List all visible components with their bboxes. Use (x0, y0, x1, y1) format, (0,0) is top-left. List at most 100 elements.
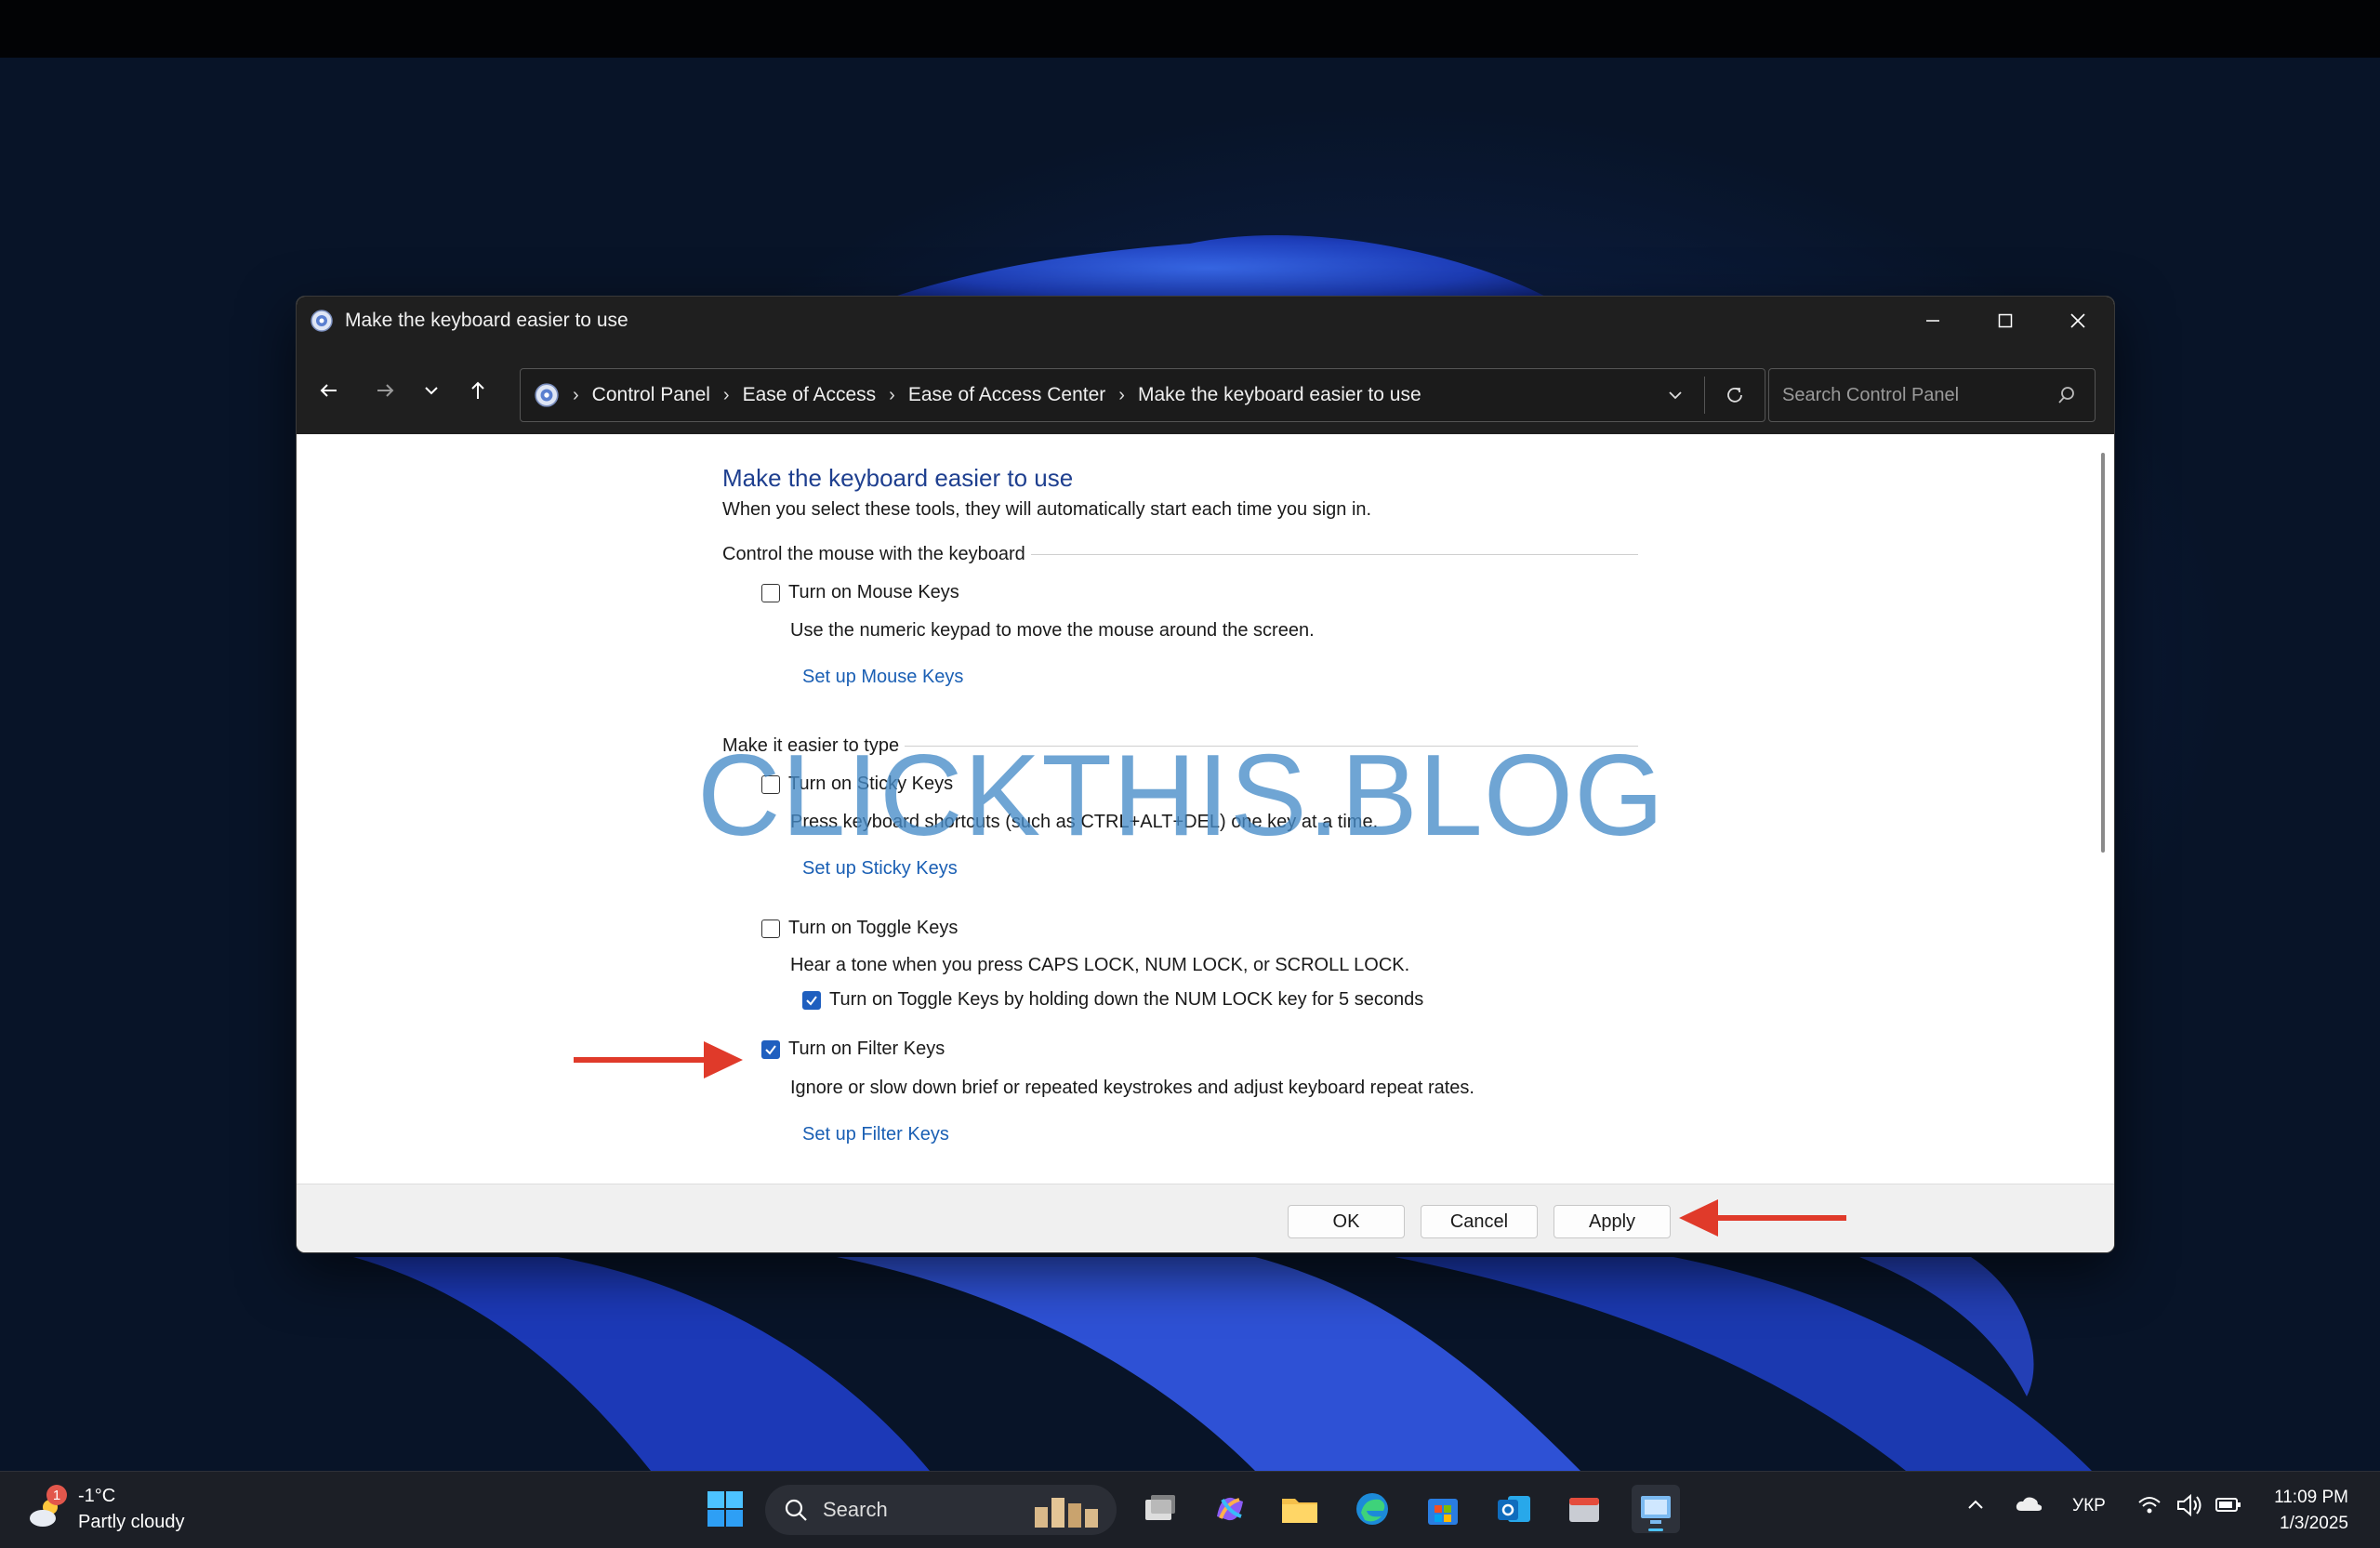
section-mouse-heading: Control the mouse with the keyboard (722, 544, 1638, 565)
copilot-icon (1217, 1497, 1243, 1521)
apply-button[interactable]: Apply (1554, 1205, 1671, 1238)
wifi-icon (2138, 1497, 2161, 1514)
refresh-icon (1727, 387, 1742, 403)
maximize-icon (1998, 313, 2013, 328)
weather-widget[interactable]: 1 -1°C Partly cloudy (26, 1483, 185, 1535)
page-heading: Make the keyboard easier to use (722, 464, 1074, 492)
toggle-keys-numlock-checkbox[interactable] (802, 990, 821, 1010)
back-button[interactable] (313, 375, 345, 406)
refresh-button[interactable] (1705, 369, 1765, 421)
toggle-keys-option[interactable]: Turn on Toggle Keys (761, 918, 958, 939)
chevron-up-icon (1968, 1500, 1983, 1509)
ease-of-access-icon (535, 383, 559, 407)
breadcrumb-ease-of-access[interactable]: Ease of Access (743, 384, 877, 406)
address-dropdown-button[interactable] (1646, 369, 1704, 421)
title-bar: Make the keyboard easier to use (297, 297, 2114, 345)
mouse-keys-option[interactable]: Turn on Mouse Keys (761, 582, 959, 603)
section-mouse-label: Control the mouse with the keyboard (722, 544, 1025, 564)
search-highlight-icon (1035, 1498, 1098, 1528)
arrow-up-icon (471, 381, 484, 399)
copilot-button[interactable] (1206, 1485, 1254, 1533)
filter-keys-description: Ignore or slow down brief or repeated ke… (790, 1078, 1474, 1098)
breadcrumb-separator-icon: › (722, 384, 730, 405)
outlook-button[interactable] (1489, 1485, 1538, 1533)
toggle-keys-label: Turn on Toggle Keys (788, 918, 959, 938)
toggle-keys-numlock-option[interactable]: Turn on Toggle Keys by holding down the … (802, 989, 1423, 1011)
chevron-down-icon (425, 387, 438, 395)
ok-button[interactable]: OK (1288, 1205, 1405, 1238)
battery-icon (2215, 1498, 2241, 1512)
filter-keys-option[interactable]: Turn on Filter Keys (761, 1039, 945, 1060)
window-title: Make the keyboard easier to use (345, 310, 628, 331)
top-black-bar (0, 0, 2380, 58)
arrow-right-icon (377, 384, 394, 397)
network-button[interactable] (2136, 1492, 2162, 1524)
show-hidden-icons-button[interactable] (1965, 1494, 1986, 1520)
set-up-mouse-keys-link[interactable]: Set up Mouse Keys (802, 667, 963, 688)
toggle-keys-checkbox[interactable] (761, 919, 780, 938)
minimize-icon (1926, 320, 1939, 322)
close-button[interactable] (2042, 297, 2114, 345)
app-button[interactable] (1560, 1485, 1608, 1533)
up-button[interactable] (462, 375, 494, 406)
input-language-indicator[interactable]: УКР (2072, 1496, 2106, 1516)
breadcrumb-control-panel[interactable]: Control Panel (592, 384, 710, 406)
set-up-filter-keys-link[interactable]: Set up Filter Keys (802, 1124, 949, 1145)
close-icon (2070, 313, 2085, 328)
taskbar-search-box[interactable]: Search (765, 1485, 1117, 1535)
file-explorer-button[interactable] (1276, 1485, 1324, 1533)
start-button[interactable] (701, 1485, 749, 1533)
scrollbar-thumb[interactable] (2101, 453, 2105, 853)
chevron-down-icon (1669, 391, 1682, 400)
arrow-left-icon (320, 384, 337, 397)
cloud-icon (2016, 1497, 2043, 1511)
app-window-icon (1569, 1498, 1599, 1522)
minimize-button[interactable] (1897, 297, 1969, 345)
checkmark-icon (806, 995, 817, 1006)
folder-icon (1282, 1499, 1317, 1523)
forward-button[interactable] (369, 375, 401, 406)
toggle-keys-description: Hear a tone when you press CAPS LOCK, NU… (790, 955, 1410, 975)
speaker-icon (2177, 1493, 2202, 1517)
control-panel-icon (1641, 1496, 1671, 1524)
maximize-button[interactable] (1969, 297, 2042, 345)
microsoft-store-button[interactable] (1419, 1485, 1467, 1533)
taskbar-search-label: Search (823, 1498, 888, 1521)
store-icon (1428, 1499, 1458, 1525)
weather-notification-badge: 1 (46, 1485, 67, 1505)
search-control-panel-input[interactable]: Search Control Panel (1768, 368, 2096, 422)
breadcrumb-separator-icon: › (573, 384, 579, 405)
temperature-label: -1°C (78, 1486, 116, 1506)
breadcrumb-ease-of-access-center[interactable]: Ease of Access Center (908, 384, 1105, 406)
mouse-keys-checkbox[interactable] (761, 583, 780, 602)
search-icon (2058, 387, 2074, 404)
address-bar[interactable]: › Control Panel › Ease of Access › Ease … (520, 368, 1765, 422)
onedrive-button[interactable] (2014, 1492, 2043, 1522)
task-view-button[interactable] (1136, 1485, 1184, 1533)
edge-browser-icon (1356, 1493, 1388, 1525)
navigation-bar: › Control Panel › Ease of Access › Ease … (297, 345, 2114, 434)
annotation-arrow-icon (1679, 1199, 1846, 1237)
taskbar: 1 -1°C Partly cloudy Search УКР 11:09 PM… (0, 1471, 2380, 1548)
system-clock[interactable]: 11:09 PM 1/3/2025 (2274, 1485, 2348, 1537)
mouse-keys-description: Use the numeric keypad to move the mouse… (790, 620, 1315, 641)
ease-of-access-icon (311, 310, 333, 332)
volume-button[interactable] (2175, 1492, 2203, 1524)
filter-keys-checkbox[interactable] (761, 1039, 780, 1059)
outlook-icon (1498, 1496, 1530, 1522)
edge-button[interactable] (1348, 1485, 1396, 1533)
clock-time: 11:09 PM (2274, 1488, 2348, 1507)
annotation-arrow-icon (574, 1041, 743, 1078)
breadcrumb-separator-icon: › (889, 384, 895, 405)
cancel-button[interactable]: Cancel (1421, 1205, 1538, 1238)
vertical-scrollbar[interactable] (2097, 453, 2110, 1159)
search-placeholder: Search Control Panel (1782, 384, 1960, 405)
breadcrumb-current-page[interactable]: Make the keyboard easier to use (1138, 384, 1421, 406)
weather-condition-label: Partly cloudy (78, 1512, 185, 1532)
mouse-keys-label: Turn on Mouse Keys (788, 582, 959, 602)
battery-button[interactable] (2215, 1494, 2242, 1520)
watermark-text: CLICKTHIS.BLOG (697, 732, 1665, 860)
control-panel-taskbar-button[interactable] (1632, 1485, 1680, 1533)
recent-locations-button[interactable] (416, 375, 447, 406)
task-view-icon (1145, 1495, 1175, 1520)
